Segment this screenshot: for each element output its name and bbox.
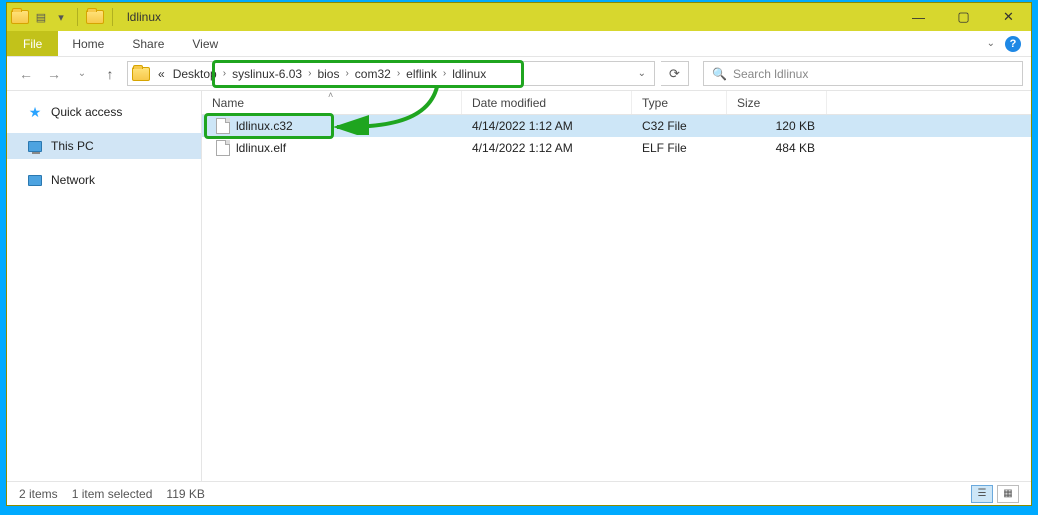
titlebar: ▤ ▾ ldlinux — ▢ ✕: [7, 3, 1031, 31]
menu-home[interactable]: Home: [58, 31, 118, 56]
address-dropdown-icon[interactable]: ⌄: [630, 68, 654, 79]
column-header-type[interactable]: Type: [632, 91, 727, 114]
file-row[interactable]: ldlinux.elf 4/14/2022 1:12 AM ELF File 4…: [202, 137, 1031, 159]
menubar: File Home Share View ⌄ ?: [7, 31, 1031, 57]
sidebar-item-thispc[interactable]: This PC: [7, 133, 201, 159]
sidebar-item-network[interactable]: Network: [7, 167, 201, 193]
status-selected-count: 1 item selected: [72, 487, 153, 501]
search-input[interactable]: 🔍 Search ldlinux: [703, 61, 1023, 86]
column-header-date[interactable]: Date modified: [462, 91, 632, 114]
sort-indicator-icon: ˄: [328, 91, 333, 100]
file-icon: [216, 118, 230, 134]
chevron-right-icon[interactable]: ›: [395, 68, 402, 79]
explorer-window: ▤ ▾ ldlinux — ▢ ✕ File Home Share View ⌄…: [6, 2, 1032, 506]
status-item-count: 2 items: [19, 487, 58, 501]
folder-icon: [132, 67, 150, 81]
sidebar-item-quickaccess[interactable]: ★ Quick access: [7, 99, 201, 125]
up-button[interactable]: ↑: [99, 63, 121, 85]
breadcrumb-bios[interactable]: bios: [313, 62, 343, 85]
sidebar: ★ Quick access This PC Network: [7, 91, 202, 481]
chevron-right-icon[interactable]: ›: [306, 68, 313, 79]
search-icon: 🔍: [712, 67, 727, 81]
qat-properties-icon[interactable]: ▤: [33, 9, 49, 25]
address-bar[interactable]: « Desktop › syslinux-6.03 › bios › com32…: [127, 61, 655, 86]
window-title: ldlinux: [127, 10, 161, 24]
file-size: 484 KB: [727, 141, 827, 155]
file-row[interactable]: ldlinux.c32 4/14/2022 1:12 AM C32 File 1…: [202, 115, 1031, 137]
view-details-button[interactable]: ☰: [971, 485, 993, 503]
file-date: 4/14/2022 1:12 AM: [462, 119, 632, 133]
sidebar-item-label: Quick access: [51, 105, 122, 119]
file-type: ELF File: [632, 141, 727, 155]
file-name: ldlinux.c32: [236, 119, 293, 133]
qat-newfolder-icon[interactable]: ▾: [53, 9, 69, 25]
recent-locations-icon[interactable]: ⌄: [71, 63, 93, 85]
file-icon: [216, 140, 230, 156]
back-button[interactable]: ←: [15, 63, 37, 85]
view-icons-button[interactable]: ▦: [997, 485, 1019, 503]
folder-icon: [86, 10, 104, 24]
chevron-right-icon[interactable]: ›: [221, 68, 228, 79]
breadcrumb-com32[interactable]: com32: [351, 62, 395, 85]
file-size: 120 KB: [727, 119, 827, 133]
menu-share[interactable]: Share: [118, 31, 178, 56]
status-selected-size: 119 KB: [166, 487, 204, 501]
network-icon: [27, 172, 43, 188]
sidebar-item-label: Network: [51, 173, 95, 187]
body-area: ★ Quick access This PC Network ˄ Name Da…: [7, 91, 1031, 481]
sidebar-item-label: This PC: [51, 139, 94, 153]
pc-icon: [27, 138, 43, 154]
chevron-right-icon[interactable]: ›: [441, 68, 448, 79]
breadcrumb-desktop[interactable]: Desktop: [169, 62, 221, 85]
column-header-size[interactable]: Size: [727, 91, 827, 114]
ribbon-expand-icon[interactable]: ⌄: [987, 38, 995, 49]
file-date: 4/14/2022 1:12 AM: [462, 141, 632, 155]
navbar: ← → ⌄ ↑ « Desktop › syslinux-6.03 › bios…: [7, 57, 1031, 91]
content-pane: ˄ Name Date modified Type Size ldlinux.c…: [202, 91, 1031, 481]
statusbar: 2 items 1 item selected 119 KB ☰ ▦: [7, 481, 1031, 505]
refresh-button[interactable]: ⟳: [661, 61, 689, 86]
forward-button[interactable]: →: [43, 63, 65, 85]
folder-icon: [11, 10, 29, 24]
file-name: ldlinux.elf: [236, 141, 286, 155]
column-header-row: ˄ Name Date modified Type Size: [202, 91, 1031, 115]
menu-file[interactable]: File: [7, 31, 58, 56]
chevron-right-icon[interactable]: ›: [343, 68, 350, 79]
help-icon[interactable]: ?: [1005, 36, 1021, 52]
maximize-button[interactable]: ▢: [941, 3, 986, 31]
breadcrumb-syslinux[interactable]: syslinux-6.03: [228, 62, 306, 85]
breadcrumb-ldlinux[interactable]: ldlinux: [448, 62, 490, 85]
search-placeholder: Search ldlinux: [733, 67, 808, 81]
star-icon: ★: [27, 104, 43, 120]
file-list[interactable]: ldlinux.c32 4/14/2022 1:12 AM C32 File 1…: [202, 115, 1031, 481]
divider: [77, 8, 78, 26]
file-type: C32 File: [632, 119, 727, 133]
close-button[interactable]: ✕: [986, 3, 1031, 31]
divider: [112, 8, 113, 26]
menu-view[interactable]: View: [178, 31, 232, 56]
minimize-button[interactable]: —: [896, 3, 941, 31]
breadcrumb-ellipsis[interactable]: «: [154, 62, 169, 85]
breadcrumb-elflink[interactable]: elflink: [402, 62, 441, 85]
